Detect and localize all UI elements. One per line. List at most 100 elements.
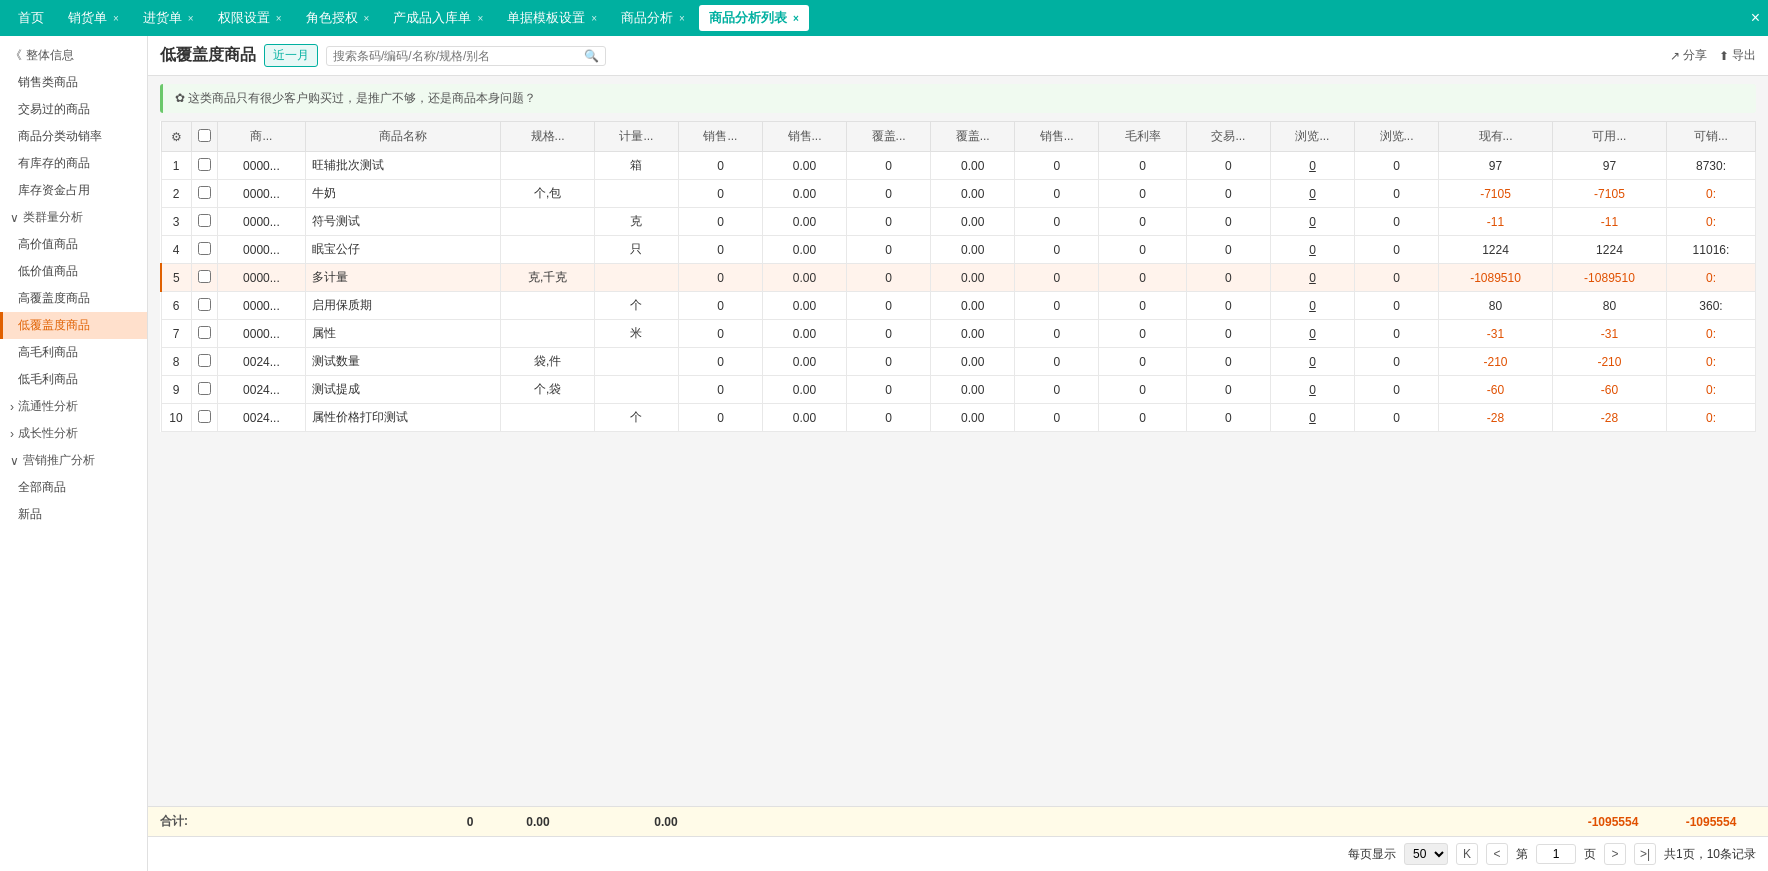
sidebar-item-new-goods[interactable]: 新品 [0, 501, 147, 528]
sidebar-section-marketing[interactable]: ∨ 营销推广分析 [0, 447, 147, 474]
sidebar-section-circulation[interactable]: › 流通性分析 [0, 393, 147, 420]
td-browse1[interactable]: 0 [1270, 376, 1354, 404]
search-input[interactable] [333, 49, 580, 63]
sidebar-item-category-rate[interactable]: 商品分类动销率 [0, 123, 147, 150]
td-browse1[interactable]: 0 [1270, 404, 1354, 432]
close-icon[interactable]: × [364, 13, 370, 24]
close-icon[interactable]: × [113, 13, 119, 24]
close-all-button[interactable]: × [1751, 9, 1760, 27]
close-icon[interactable]: × [477, 13, 483, 24]
sidebar-item-all-goods[interactable]: 全部商品 [0, 474, 147, 501]
nav-purchase-order[interactable]: 进货单 × [133, 5, 204, 31]
td-checkbox[interactable] [191, 292, 217, 320]
sidebar-item-low-coverage[interactable]: 低覆盖度商品 [0, 312, 147, 339]
row-checkbox[interactable] [198, 214, 211, 227]
td-checkbox[interactable] [191, 236, 217, 264]
sidebar-section-cluster-analysis[interactable]: ∨ 类群量分析 [0, 204, 147, 231]
prev-page-button[interactable]: < [1486, 843, 1508, 865]
th-sales1[interactable]: 销售... [678, 122, 762, 152]
close-icon[interactable]: × [591, 13, 597, 24]
th-sellable[interactable]: 可销... [1666, 122, 1755, 152]
browse-link[interactable]: 0 [1309, 383, 1316, 397]
sidebar-item-high-coverage[interactable]: 高覆盖度商品 [0, 285, 147, 312]
th-sales2[interactable]: 销售... [763, 122, 847, 152]
row-checkbox[interactable] [198, 158, 211, 171]
th-browse2[interactable]: 浏览... [1355, 122, 1439, 152]
td-checkbox[interactable] [191, 180, 217, 208]
sidebar-section-growth[interactable]: › 成长性分析 [0, 420, 147, 447]
row-checkbox[interactable] [198, 186, 211, 199]
row-checkbox[interactable] [198, 242, 211, 255]
td-checkbox[interactable] [191, 320, 217, 348]
browse-link[interactable]: 0 [1309, 411, 1316, 425]
export-button[interactable]: ⬆ 导出 [1719, 47, 1756, 64]
sidebar-item-low-profit[interactable]: 低毛利商品 [0, 366, 147, 393]
select-all-checkbox[interactable] [198, 129, 211, 142]
share-button[interactable]: ↗ 分享 [1670, 47, 1707, 64]
browse-link[interactable]: 0 [1309, 187, 1316, 201]
nav-product-analysis-list[interactable]: 商品分析列表 × [699, 5, 809, 31]
browse-link[interactable]: 0 [1309, 299, 1316, 313]
td-browse1[interactable]: 0 [1270, 348, 1354, 376]
close-icon[interactable]: × [679, 13, 685, 24]
page-number-input[interactable] [1536, 844, 1576, 864]
th-unit[interactable]: 计量... [594, 122, 678, 152]
sidebar-item-low-value[interactable]: 低价值商品 [0, 258, 147, 285]
sidebar-item-inventory-capital[interactable]: 库存资金占用 [0, 177, 147, 204]
last-page-button[interactable]: >| [1634, 843, 1656, 865]
nav-permission-settings[interactable]: 权限设置 × [208, 5, 292, 31]
td-checkbox[interactable] [191, 264, 217, 292]
search-icon[interactable]: 🔍 [584, 49, 599, 63]
time-filter-button[interactable]: 近一月 [264, 44, 318, 67]
close-icon[interactable]: × [188, 13, 194, 24]
nav-sales-order[interactable]: 销货单 × [58, 5, 129, 31]
sidebar-collapse-toggle[interactable]: 《 整体信息 [0, 42, 147, 69]
th-sales3[interactable]: 销售... [1015, 122, 1099, 152]
row-checkbox[interactable] [198, 270, 211, 283]
sidebar-item-stocked-goods[interactable]: 有库存的商品 [0, 150, 147, 177]
th-available[interactable]: 可用... [1553, 122, 1667, 152]
row-checkbox[interactable] [198, 354, 211, 367]
sidebar-item-high-value[interactable]: 高价值商品 [0, 231, 147, 258]
th-code[interactable]: 商... [217, 122, 306, 152]
close-icon[interactable]: × [276, 13, 282, 24]
td-browse1[interactable]: 0 [1270, 292, 1354, 320]
browse-link[interactable]: 0 [1309, 327, 1316, 341]
row-checkbox[interactable] [198, 382, 211, 395]
browse-link[interactable]: 0 [1309, 271, 1316, 285]
row-checkbox[interactable] [198, 326, 211, 339]
close-icon[interactable]: × [793, 13, 799, 24]
th-cover1[interactable]: 覆盖... [847, 122, 931, 152]
row-checkbox[interactable] [198, 410, 211, 423]
browse-link[interactable]: 0 [1309, 215, 1316, 229]
browse-link[interactable]: 0 [1309, 243, 1316, 257]
td-checkbox[interactable] [191, 152, 217, 180]
browse-link[interactable]: 0 [1309, 355, 1316, 369]
td-browse1[interactable]: 0 [1270, 208, 1354, 236]
th-browse1[interactable]: 浏览... [1270, 122, 1354, 152]
th-gross-rate[interactable]: 毛利率 [1099, 122, 1187, 152]
sidebar-item-high-profit[interactable]: 高毛利商品 [0, 339, 147, 366]
td-checkbox[interactable] [191, 376, 217, 404]
nav-product-analysis[interactable]: 商品分析 × [611, 5, 695, 31]
sidebar-item-sales-goods[interactable]: 销售类商品 [0, 69, 147, 96]
th-trade[interactable]: 交易... [1186, 122, 1270, 152]
td-browse1[interactable]: 0 [1270, 320, 1354, 348]
td-browse1[interactable]: 0 [1270, 152, 1354, 180]
row-checkbox[interactable] [198, 298, 211, 311]
td-browse1[interactable]: 0 [1270, 236, 1354, 264]
nav-product-inbound[interactable]: 产成品入库单 × [383, 5, 493, 31]
first-page-button[interactable]: K [1456, 843, 1478, 865]
td-checkbox[interactable] [191, 208, 217, 236]
th-cover2[interactable]: 覆盖... [931, 122, 1015, 152]
per-page-select[interactable]: 50 [1404, 843, 1448, 865]
th-name[interactable]: 商品名称 [306, 122, 501, 152]
th-current[interactable]: 现有... [1439, 122, 1553, 152]
nav-template-settings[interactable]: 单据模板设置 × [497, 5, 607, 31]
td-checkbox[interactable] [191, 348, 217, 376]
th-spec[interactable]: 规格... [501, 122, 595, 152]
sidebar-item-traded-goods[interactable]: 交易过的商品 [0, 96, 147, 123]
th-settings[interactable]: ⚙ [161, 122, 191, 152]
td-checkbox[interactable] [191, 404, 217, 432]
next-page-button[interactable]: > [1604, 843, 1626, 865]
